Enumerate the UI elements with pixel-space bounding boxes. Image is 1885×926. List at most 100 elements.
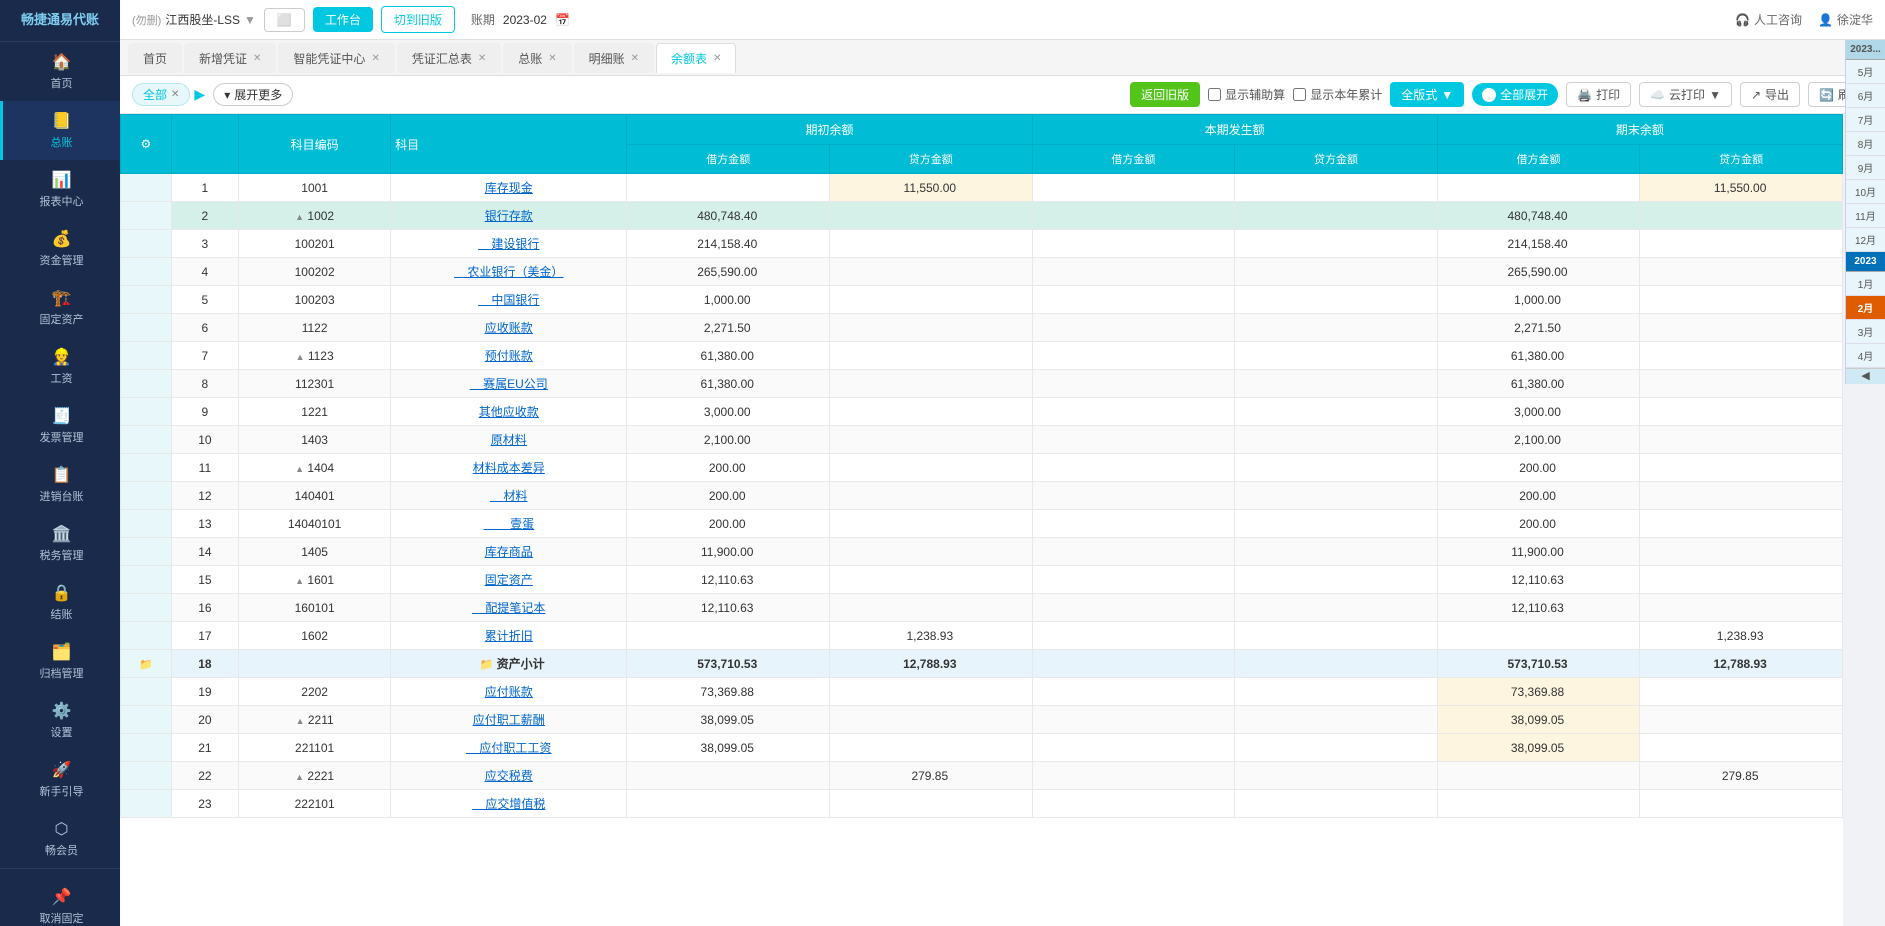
row-name[interactable]: 其他应收款 <box>391 398 627 426</box>
month-item-feb[interactable]: 2月 <box>1846 296 1885 320</box>
end-debit-cell: 61,380.00 <box>1437 370 1640 398</box>
sidebar-item-capital[interactable]: 💰 资金管理 <box>0 219 120 278</box>
switch-version-button[interactable]: 切到旧版 <box>381 6 455 33</box>
row-name[interactable]: 赛属EU公司 <box>391 370 627 398</box>
row-settings <box>121 314 172 342</box>
filter-tag-label: 全部 <box>143 86 167 103</box>
month-item-6[interactable]: 6月 <box>1846 84 1885 108</box>
month-item-9[interactable]: 9月 <box>1846 156 1885 180</box>
tab-detail-close[interactable]: ✕ <box>631 53 639 64</box>
month-item-7[interactable]: 7月 <box>1846 108 1885 132</box>
tab-home[interactable]: 首页 <box>128 43 182 73</box>
row-name[interactable]: 库存现金 <box>391 174 627 202</box>
curr-debit-cell <box>1032 174 1235 202</box>
sidebar-item-sales[interactable]: 📋 进销台账 <box>0 455 120 514</box>
workbench-button[interactable]: 工作台 <box>313 7 373 32</box>
row-name[interactable]: 材料成本差异 <box>391 454 627 482</box>
show-ytd-checkbox-label[interactable]: 显示本年累计 <box>1293 86 1382 103</box>
end-debit-cell: 1,000.00 <box>1437 286 1640 314</box>
table-row: 91221其他应收款3,000.003,000.00 <box>121 398 1843 426</box>
show-aux-checkbox[interactable] <box>1208 88 1221 101</box>
tab-balance-close[interactable]: ✕ <box>713 53 721 64</box>
end-debit-cell: 3,000.00 <box>1437 398 1640 426</box>
row-name[interactable]: 应收账款 <box>391 314 627 342</box>
sidebar-item-tax[interactable]: 🏛️ 税务管理 <box>0 514 120 573</box>
format-btn[interactable]: 全版式 ▼ <box>1390 82 1464 107</box>
settings-header[interactable]: ⚙ <box>121 115 172 174</box>
month-item-5[interactable]: 5月 <box>1846 60 1885 84</box>
month-item-mar[interactable]: 3月 <box>1846 320 1885 344</box>
sidebar-item-home[interactable]: 🏠 首页 <box>0 42 120 101</box>
tab-voucher-summary[interactable]: 凭证汇总表 ✕ <box>397 43 501 73</box>
export-btn[interactable]: ↗ 导出 <box>1740 82 1800 107</box>
row-name[interactable]: 建设银行 <box>391 230 627 258</box>
return-old-btn[interactable]: 返回旧版 <box>1130 82 1200 107</box>
month-item-11[interactable]: 11月 <box>1846 204 1885 228</box>
calendar-icon[interactable]: 📅 <box>555 13 570 27</box>
row-name[interactable]: 应付职工薪酬 <box>391 706 627 734</box>
tab-ledger-close[interactable]: ✕ <box>548 53 556 64</box>
month-item-12[interactable]: 12月 <box>1846 228 1885 252</box>
month-item-10[interactable]: 10月 <box>1846 180 1885 204</box>
tab-voucher-summary-close[interactable]: ✕ <box>478 53 486 64</box>
copy-button[interactable]: ⬜ <box>264 8 305 32</box>
begin-credit-cell: 11,550.00 <box>830 174 1033 202</box>
tab-ledger[interactable]: 总账 ✕ <box>503 43 571 73</box>
sidebar-item-closing[interactable]: 🔒 结账 <box>0 573 120 632</box>
expand-right-sidebar[interactable]: ◀ <box>1846 368 1885 384</box>
row-name[interactable]: 库存商品 <box>391 538 627 566</box>
sidebar-item-invoice[interactable]: 🧾 发票管理 <box>0 396 120 455</box>
sidebar-item-ledger[interactable]: 📒 总账 <box>0 101 120 160</box>
curr-credit-cell <box>1235 510 1438 538</box>
company-selector[interactable]: (勿删) 江西股坐-LSS ▼ <box>132 11 256 28</box>
row-name[interactable]: 累计折旧 <box>391 622 627 650</box>
tab-detail[interactable]: 明细账 ✕ <box>574 43 654 73</box>
tab-smart-voucher-close[interactable]: ✕ <box>371 53 379 64</box>
tab-new-voucher-close[interactable]: ✕ <box>253 53 261 64</box>
row-name[interactable]: 应交增值税 <box>391 790 627 818</box>
begin-debit-cell: 38,099.05 <box>627 734 830 762</box>
consult-button[interactable]: 🎧 人工咨询 <box>1735 11 1802 28</box>
sidebar-item-salary[interactable]: 👷 工资 <box>0 337 120 396</box>
expand-btn[interactable]: ▾ 展开更多 <box>213 83 293 106</box>
month-item-apr[interactable]: 4月 <box>1846 344 1885 368</box>
row-name[interactable]: 配提笔记本 <box>391 594 627 622</box>
row-name[interactable]: 应交税费 <box>391 762 627 790</box>
print-btn[interactable]: 🖨️ 打印 <box>1566 82 1631 107</box>
curr-debit-cell <box>1032 678 1235 706</box>
month-item-8[interactable]: 8月 <box>1846 132 1885 156</box>
row-name[interactable]: 原材料 <box>391 426 627 454</box>
tab-new-voucher[interactable]: 新增凭证 ✕ <box>184 43 276 73</box>
filter-tag-close[interactable]: ✕ <box>171 89 179 100</box>
user-menu[interactable]: 👤 徐淀华 <box>1818 11 1873 28</box>
row-name[interactable]: 材料 <box>391 482 627 510</box>
sidebar-item-member[interactable]: ⬡ 畅会员 <box>0 809 120 868</box>
show-aux-checkbox-label[interactable]: 显示辅助算 <box>1208 86 1285 103</box>
row-name[interactable]: 壹蛋 <box>391 510 627 538</box>
show-ytd-checkbox[interactable] <box>1293 88 1306 101</box>
tab-smart-voucher[interactable]: 智能凭证中心 ✕ <box>278 43 394 73</box>
tab-balance[interactable]: 余额表 ✕ <box>656 43 736 73</box>
sidebar-item-reports[interactable]: 📊 报表中心 <box>0 160 120 219</box>
sidebar-item-assets[interactable]: 🏗️ 固定资产 <box>0 278 120 337</box>
sidebar-item-guide[interactable]: 🚀 新手引导 <box>0 750 120 809</box>
row-name[interactable]: 农业银行（美金） <box>391 258 627 286</box>
filter-tag[interactable]: 全部 ✕ <box>132 83 190 106</box>
row-settings <box>121 174 172 202</box>
cloud-print-btn[interactable]: ☁️ 云打印 ▼ <box>1639 82 1732 107</box>
expand-all-toggle[interactable]: 全部展开 <box>1472 83 1558 106</box>
month-item-jan[interactable]: 1月 <box>1846 272 1885 296</box>
row-settings <box>121 370 172 398</box>
row-name[interactable]: 预付账款 <box>391 342 627 370</box>
row-name[interactable]: 固定资产 <box>391 566 627 594</box>
row-name[interactable]: 应付账款 <box>391 678 627 706</box>
row-name[interactable]: 应付职工工资 <box>391 734 627 762</box>
row-settings <box>121 790 172 818</box>
sidebar-item-archive[interactable]: 🗂️ 归档管理 <box>0 632 120 691</box>
row-name[interactable]: 📁 资产小计 <box>391 650 627 678</box>
row-name[interactable]: 中国银行 <box>391 286 627 314</box>
sidebar-item-unpin[interactable]: 📌 取消固定 <box>0 877 120 926</box>
sidebar-item-settings[interactable]: ⚙️ 设置 <box>0 691 120 750</box>
row-name[interactable]: 银行存款 <box>391 202 627 230</box>
curr-credit-cell <box>1235 790 1438 818</box>
